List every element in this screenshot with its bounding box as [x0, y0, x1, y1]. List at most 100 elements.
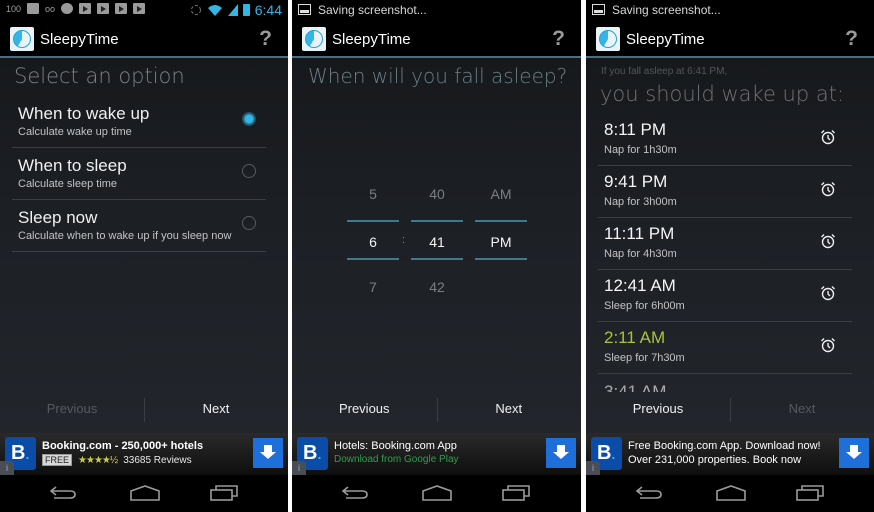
sleepytime-app-icon[interactable]	[596, 27, 620, 51]
ad-title: Booking.com - 250,000+ hotels	[42, 440, 204, 452]
android-icon	[61, 3, 74, 14]
rating-stars-icon: ★★★★½	[78, 454, 118, 466]
ad-info-icon[interactable]: i	[0, 461, 14, 475]
back-icon[interactable]	[50, 485, 76, 499]
time-separator: :	[402, 234, 406, 246]
wake-time: 12:41 AM	[604, 276, 676, 295]
back-icon[interactable]	[636, 485, 662, 499]
wake-time-item[interactable]: 11:11 PM Nap for 4h30m	[598, 218, 852, 270]
minute-picker[interactable]: 40 41 42	[411, 180, 463, 320]
signal-icon	[227, 4, 238, 16]
status-bar: 100 oo 6:44	[0, 0, 288, 20]
minute-next[interactable]: 42	[411, 272, 463, 320]
alarm-clock-icon[interactable]	[820, 337, 836, 353]
option-subtitle: Calculate wake up time	[18, 126, 132, 138]
option-title: When to wake up	[18, 104, 150, 123]
page-heading: Select an option	[14, 64, 185, 88]
wake-time-item[interactable]: 12:41 AM Sleep for 6h00m	[598, 270, 852, 322]
ad-title: Hotels: Booking.com App	[334, 440, 457, 452]
ad-banner[interactable]: B. i Hotels: Booking.com App Download fr…	[292, 433, 581, 475]
system-nav-bar	[292, 475, 581, 512]
download-button[interactable]	[253, 438, 283, 468]
download-arrow-icon	[846, 445, 862, 459]
radio-unselected[interactable]	[242, 164, 256, 178]
page-heading: you should wake up at:	[600, 82, 845, 106]
ad-banner[interactable]: B. i Booking.com - 250,000+ hotels FREE …	[0, 433, 288, 475]
alarm-clock-icon[interactable]	[820, 181, 836, 197]
alarm-clock-icon[interactable]	[820, 129, 836, 145]
hour-next[interactable]: 7	[347, 272, 399, 320]
screenshot-icon	[592, 4, 605, 15]
sleep-duration: Nap for 4h30m	[604, 248, 677, 260]
alarm-clock-icon[interactable]	[820, 233, 836, 249]
previous-button[interactable]: Previous	[292, 390, 437, 430]
previous-button[interactable]: Previous	[0, 390, 144, 430]
ad-info-icon[interactable]: i	[292, 461, 306, 475]
hour-picker[interactable]: 5 6 7	[347, 180, 399, 320]
recent-apps-icon[interactable]	[210, 485, 238, 501]
wake-time-item-recommended[interactable]: 2:11 AM Sleep for 7h30m	[598, 322, 852, 374]
option-sleep-now[interactable]: Sleep now Calculate when to wake up if y…	[12, 200, 266, 252]
help-button[interactable]: ?	[845, 27, 858, 51]
play-store-icon	[97, 3, 110, 14]
ampm-next[interactable]	[475, 272, 527, 320]
option-when-to-wake-up[interactable]: When to wake up Calculate wake up time	[12, 96, 266, 148]
recent-apps-icon[interactable]	[796, 485, 824, 501]
alarm-clock-icon[interactable]	[820, 285, 836, 301]
gmail-icon	[27, 3, 40, 14]
home-icon[interactable]	[130, 485, 160, 501]
next-button[interactable]: Next	[730, 390, 874, 430]
next-button[interactable]: Next	[144, 390, 288, 430]
ampm-value[interactable]: PM	[475, 220, 527, 260]
download-button[interactable]	[839, 438, 869, 468]
ad-title: Free Booking.com App. Download now!	[628, 440, 821, 452]
sleep-duration: Nap for 1h30m	[604, 144, 677, 156]
ad-subtitle: Download from Google Play	[334, 454, 459, 465]
action-bar: SleepyTime ?	[292, 20, 581, 58]
ad-info-icon[interactable]: i	[586, 461, 600, 475]
previous-button[interactable]: Previous	[586, 390, 730, 430]
recent-apps-icon[interactable]	[502, 485, 530, 501]
hour-value[interactable]: 6	[347, 220, 399, 260]
hour-prev[interactable]: 5	[347, 180, 399, 220]
sleep-duration: Sleep for 6h00m	[604, 300, 685, 312]
screen-select-option: 100 oo 6:44 SleepyTime ? Select an optio…	[0, 0, 288, 512]
wake-time-item[interactable]: 9:41 PM Nap for 3h00m	[598, 166, 852, 218]
wizard-nav: Previous Next	[292, 390, 581, 430]
app-title: SleepyTime	[40, 31, 119, 48]
back-icon[interactable]	[342, 485, 368, 499]
ad-banner[interactable]: B. i Free Booking.com App. Download now!…	[586, 433, 874, 475]
radio-selected[interactable]	[242, 112, 256, 126]
screenshot-icon	[298, 4, 311, 15]
screen-wake-up-times: Saving screenshot... SleepyTime ? If you…	[586, 0, 874, 512]
status-bar: Saving screenshot...	[586, 0, 874, 20]
next-button[interactable]: Next	[437, 390, 582, 430]
voicemail-icon: oo	[45, 3, 56, 14]
system-nav-bar	[586, 475, 874, 512]
action-bar: SleepyTime ?	[0, 20, 288, 58]
sleepytime-app-icon[interactable]	[10, 27, 34, 51]
wake-time: 9:41 PM	[604, 172, 668, 191]
download-arrow-icon	[260, 445, 276, 459]
radio-unselected[interactable]	[242, 216, 256, 230]
wake-time-item[interactable]: 8:11 PM Nap for 1h30m	[598, 114, 852, 166]
download-button[interactable]	[546, 438, 576, 468]
sleepytime-app-icon[interactable]	[302, 27, 326, 51]
home-icon[interactable]	[422, 485, 452, 501]
system-nav-bar	[0, 475, 288, 512]
wake-time: 11:11 PM	[604, 224, 675, 243]
help-button[interactable]: ?	[552, 27, 565, 51]
action-bar: SleepyTime ?	[586, 20, 874, 58]
rotation-icon	[190, 5, 201, 15]
ampm-picker[interactable]: AM PM	[475, 180, 527, 320]
wake-time: 2:11 AM	[604, 328, 666, 347]
minute-prev[interactable]: 40	[411, 180, 463, 220]
fall-asleep-summary: If you fall asleep at 6:41 PM,	[601, 66, 728, 77]
free-badge: FREE	[42, 454, 73, 466]
home-icon[interactable]	[716, 485, 746, 501]
status-bar: Saving screenshot...	[292, 0, 581, 20]
help-button[interactable]: ?	[259, 27, 272, 51]
option-when-to-sleep[interactable]: When to sleep Calculate sleep time	[12, 148, 266, 200]
minute-value[interactable]: 41	[411, 220, 463, 260]
ampm-prev[interactable]: AM	[475, 180, 527, 220]
